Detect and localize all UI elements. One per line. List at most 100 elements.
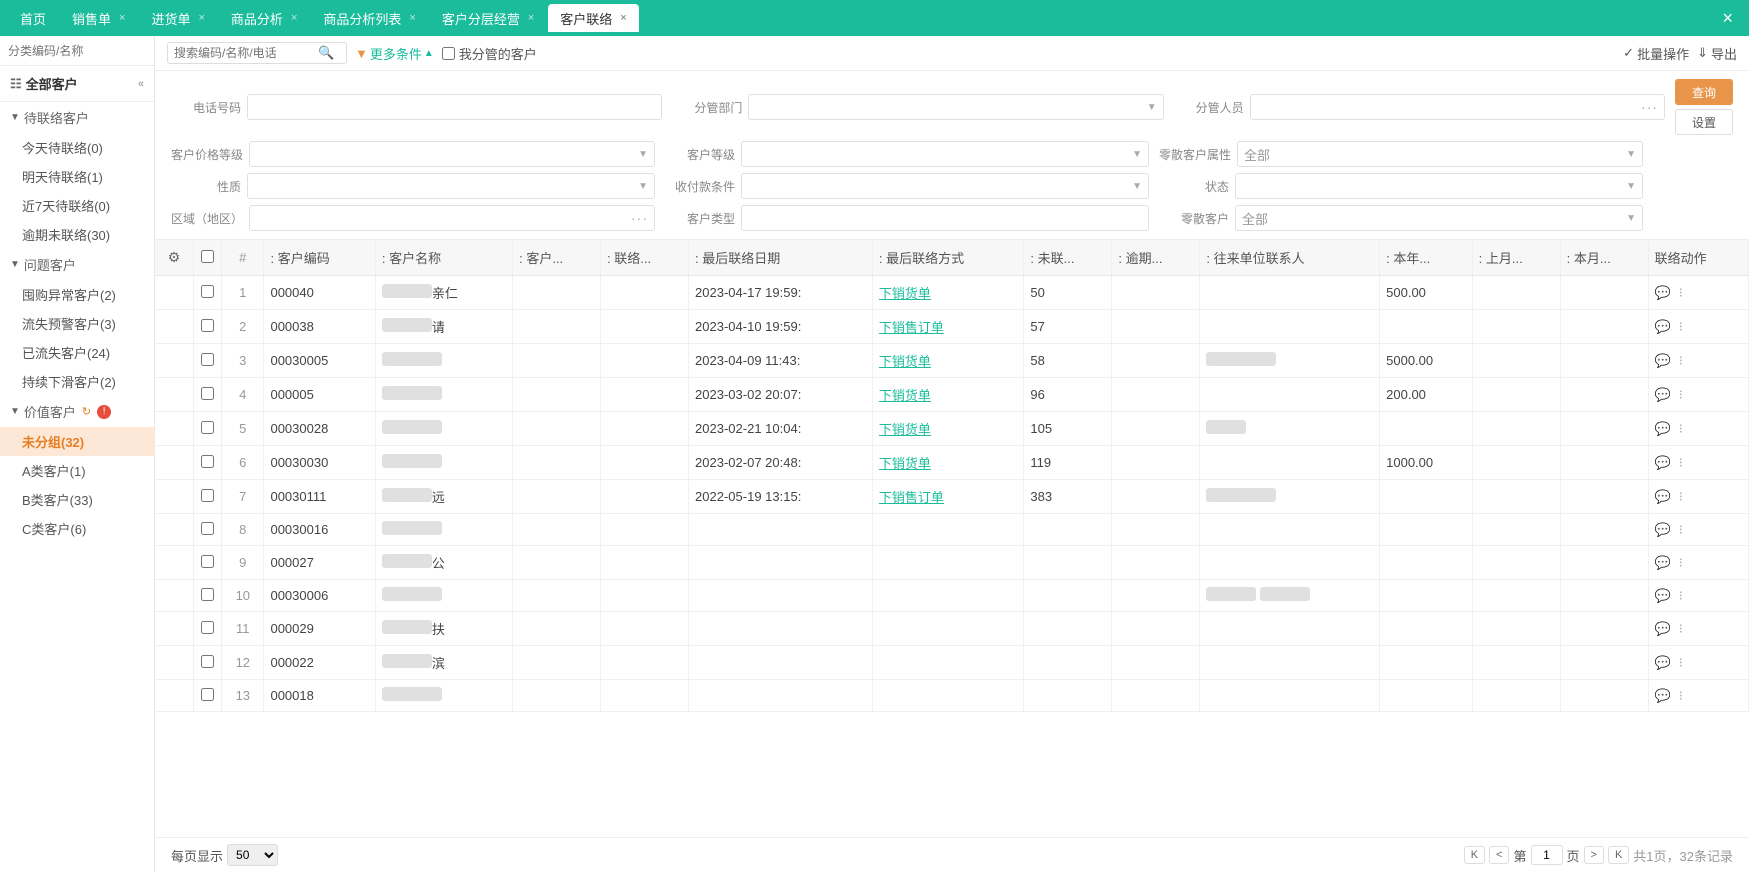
sidebar-item-week-pending[interactable]: 近7天待联络(0) [0, 191, 154, 220]
row-checkbox[interactable] [201, 655, 214, 668]
sidebar-item-overdue-pending[interactable]: 逾期未联络(30) [0, 220, 154, 249]
chat-icon[interactable]: 💬 [1655, 588, 1671, 604]
tab-sales[interactable]: 销售单 × [60, 4, 137, 32]
page-last-btn[interactable]: K [1608, 846, 1629, 864]
grid-action-icon[interactable]: ⁝ [1679, 489, 1683, 505]
page-num-input[interactable] [1531, 845, 1563, 865]
chat-icon[interactable]: 💬 [1655, 319, 1671, 335]
row-checkbox[interactable] [201, 455, 214, 468]
select-dept[interactable]: ▼ [748, 94, 1163, 120]
grid-action-icon[interactable]: ⁝ [1679, 285, 1683, 301]
select-retail-attr[interactable]: 全部 ▼ [1237, 141, 1643, 167]
tab-home[interactable]: 首页 [8, 4, 58, 32]
contact-method-link[interactable]: 下销货单 [879, 354, 931, 369]
grid-action-icon[interactable]: ⁝ [1679, 455, 1683, 471]
tab-purchase[interactable]: 进货单 × [139, 4, 216, 32]
chat-icon[interactable]: 💬 [1655, 522, 1671, 538]
close-purchase-tab[interactable]: × [198, 12, 204, 24]
contact-method-link[interactable]: 下销售订单 [879, 490, 944, 505]
sidebar-item-a-class[interactable]: A类客户(1) [0, 456, 154, 485]
sidebar-item-tomorrow-pending[interactable]: 明天待联络(1) [0, 162, 154, 191]
chat-icon[interactable]: 💬 [1655, 489, 1671, 505]
row-checkbox[interactable] [201, 489, 214, 502]
input-cust-type[interactable] [741, 205, 1149, 231]
collapse-icon[interactable]: « [138, 78, 144, 90]
sidebar-item-churned[interactable]: 已流失客户(24) [0, 338, 154, 367]
page-next-btn[interactable]: > [1584, 846, 1604, 864]
chat-icon[interactable]: 💬 [1655, 555, 1671, 571]
batch-op-btn[interactable]: ✓ 批量操作 [1623, 44, 1689, 63]
row-checkbox[interactable] [201, 285, 214, 298]
sidebar-item-today-pending[interactable]: 今天待联络(0) [0, 133, 154, 162]
chat-icon[interactable]: 💬 [1655, 387, 1671, 403]
contact-method-link[interactable]: 下销售订单 [879, 320, 944, 335]
score-refresh-icon[interactable]: ↻ [82, 405, 91, 418]
contact-method-link[interactable]: 下销货单 [879, 422, 931, 437]
row-checkbox[interactable] [201, 621, 214, 634]
row-checkbox[interactable] [201, 588, 214, 601]
tab-goods-analysis-list[interactable]: 商品分析列表 × [311, 4, 427, 32]
contact-method-link[interactable]: 下销货单 [879, 456, 931, 471]
row-checkbox[interactable] [201, 387, 214, 400]
tab-goods-analysis[interactable]: 商品分析 × [219, 4, 309, 32]
contact-method-link[interactable]: 下销货单 [879, 388, 931, 403]
sidebar-group-pending[interactable]: ▼ 待联络客户 [0, 102, 154, 133]
search-icon[interactable]: 🔍 [318, 45, 334, 61]
grid-action-icon[interactable]: ⁝ [1679, 387, 1683, 403]
grid-action-icon[interactable]: ⁝ [1679, 688, 1683, 704]
query-btn[interactable]: 查询 [1675, 79, 1733, 105]
grid-action-icon[interactable]: ⁝ [1679, 588, 1683, 604]
sidebar-all-customers[interactable]: ☷ 全部客户 « [0, 66, 154, 102]
gear-btn[interactable]: ⚙ [168, 249, 181, 266]
tab-customer-contact[interactable]: 客户联络 × [548, 4, 638, 32]
row-checkbox[interactable] [201, 555, 214, 568]
sidebar-item-hoarding[interactable]: 囤购异常客户(2) [0, 280, 154, 309]
export-btn[interactable]: ⇓ 导出 [1697, 44, 1737, 63]
row-checkbox[interactable] [201, 319, 214, 332]
select-retail[interactable]: 全部 ▼ [1235, 205, 1643, 231]
select-region[interactable]: ··· [249, 205, 655, 231]
select-price-level[interactable]: ▼ [249, 141, 655, 167]
grid-action-icon[interactable]: ⁝ [1679, 522, 1683, 538]
grid-action-icon[interactable]: ⁝ [1679, 319, 1683, 335]
close-goods-list-tab[interactable]: × [409, 12, 415, 24]
chat-icon[interactable]: 💬 [1655, 455, 1671, 471]
select-status[interactable]: ▼ [1235, 173, 1643, 199]
select-cust-level[interactable]: ▼ [741, 141, 1149, 167]
grid-action-icon[interactable]: ⁝ [1679, 655, 1683, 671]
close-sales-tab[interactable]: × [119, 12, 125, 24]
chat-icon[interactable]: 💬 [1655, 285, 1671, 301]
tab-customer-segment[interactable]: 客户分层经营 × [430, 4, 546, 32]
chat-icon[interactable]: 💬 [1655, 621, 1671, 637]
contact-method-link[interactable]: 下销货单 [879, 286, 931, 301]
per-page-select[interactable]: 50 20 100 [227, 844, 278, 866]
my-customers-checkbox[interactable] [442, 47, 455, 60]
chat-icon[interactable]: 💬 [1655, 353, 1671, 369]
sidebar-item-ungrouped[interactable]: 未分组(32) [0, 427, 154, 456]
grid-action-icon[interactable]: ⁝ [1679, 621, 1683, 637]
sidebar-group-score[interactable]: ▼ 价值客户 ↻ ! [0, 396, 154, 427]
row-checkbox[interactable] [201, 688, 214, 701]
reset-btn[interactable]: 设置 [1675, 109, 1733, 135]
select-manager[interactable]: ··· [1250, 94, 1665, 120]
select-nature[interactable]: ▼ [247, 173, 655, 199]
page-first-btn[interactable]: K [1464, 846, 1485, 864]
sidebar-search-input[interactable] [8, 44, 155, 58]
sidebar-item-declining[interactable]: 持续下滑客户(2) [0, 367, 154, 396]
chat-icon[interactable]: 💬 [1655, 688, 1671, 704]
input-phone[interactable] [247, 94, 662, 120]
chat-icon[interactable]: 💬 [1655, 421, 1671, 437]
row-checkbox[interactable] [201, 522, 214, 535]
close-contact-tab[interactable]: × [620, 12, 626, 24]
select-all-checkbox[interactable] [201, 250, 214, 263]
sidebar-group-problem[interactable]: ▼ 问题客户 [0, 249, 154, 280]
grid-action-icon[interactable]: ⁝ [1679, 421, 1683, 437]
sidebar-item-churn-warning[interactable]: 流失预警客户(3) [0, 309, 154, 338]
close-goods-tab[interactable]: × [291, 12, 297, 24]
chat-icon[interactable]: 💬 [1655, 655, 1671, 671]
search-input[interactable] [174, 46, 314, 60]
page-prev-btn[interactable]: < [1489, 846, 1509, 864]
more-conditions-btn[interactable]: ▼ 更多条件 ▲ [355, 44, 434, 63]
sidebar-item-b-class[interactable]: B类客户(33) [0, 485, 154, 514]
grid-action-icon[interactable]: ⁝ [1679, 555, 1683, 571]
